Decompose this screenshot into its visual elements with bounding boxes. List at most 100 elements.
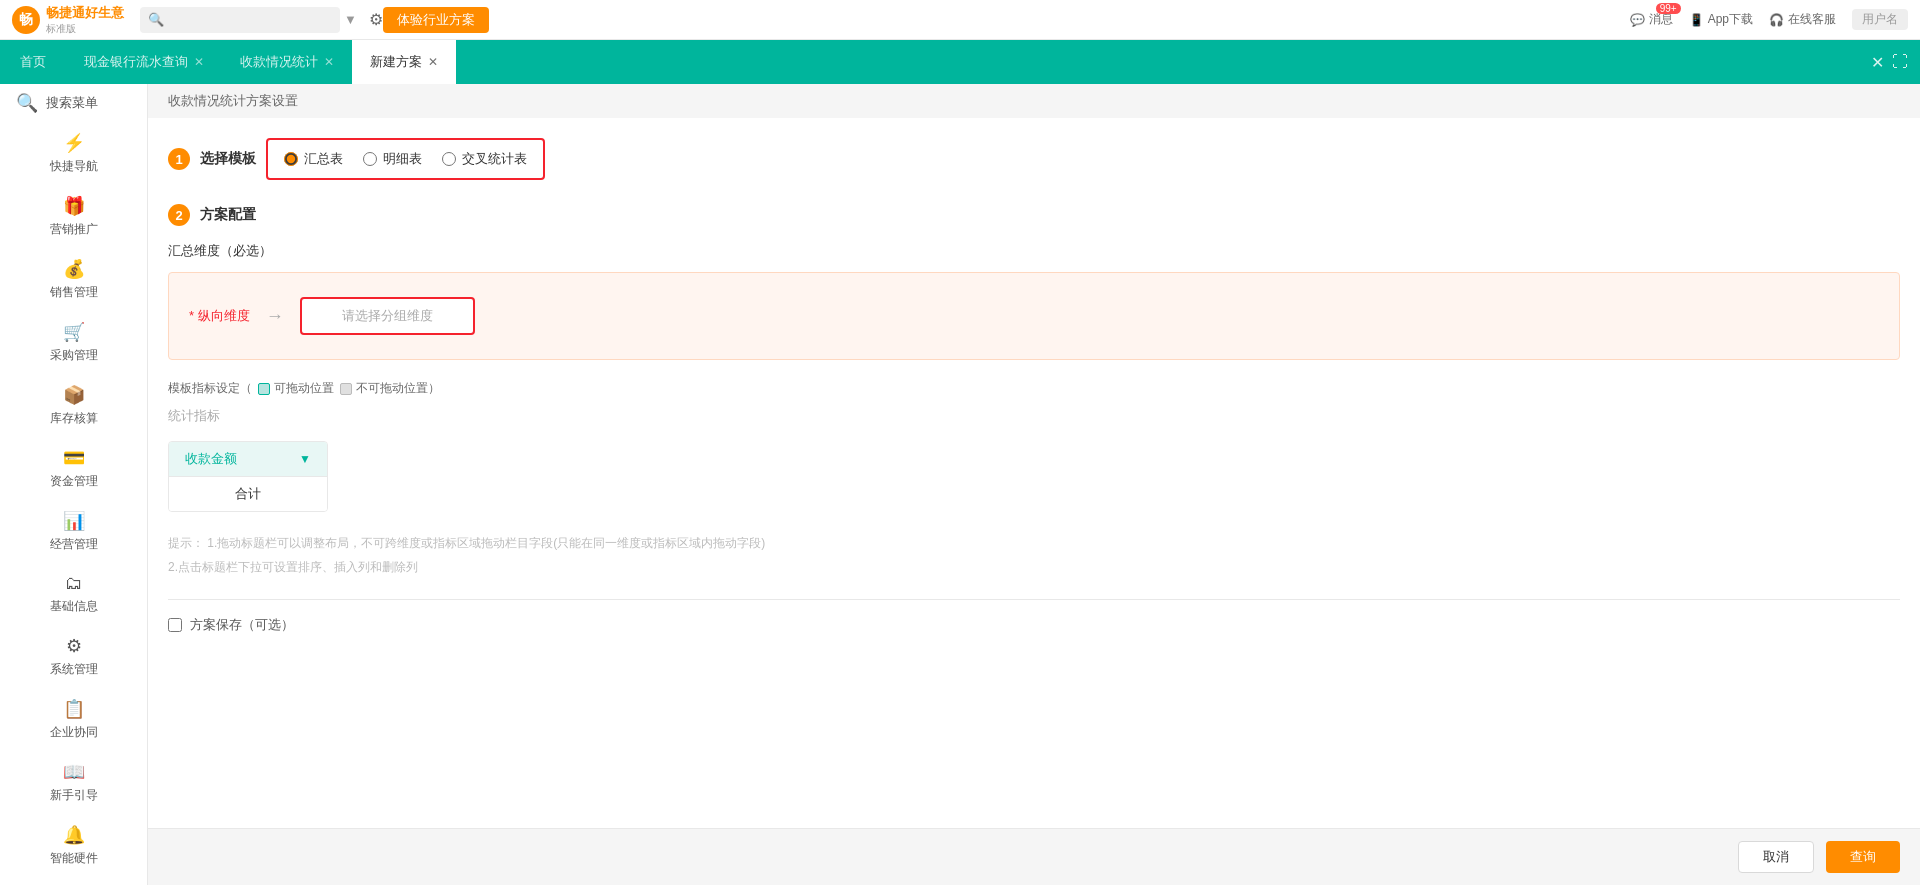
service-btn[interactable]: 🎧 在线客服 <box>1769 11 1836 28</box>
save-option[interactable]: 方案保存（可选） <box>168 616 1900 634</box>
draggable-legend-label: 可拖动位置 <box>274 380 334 397</box>
sidebar: 🔍 搜索菜单 ⚡ 快捷导航 🎁 营销推广 💰 销售管理 🛒 采购管理 📦 <box>0 84 148 885</box>
tab-home[interactable]: 首页 <box>0 40 66 84</box>
download-btn[interactable]: 📱 App下载 <box>1689 11 1753 28</box>
tips-section: 提示： 1.拖动标题栏可以调整布局，不可跨维度或指标区域拖动栏目字段(只能在同一… <box>168 531 1900 579</box>
service-icon: 🎧 <box>1769 13 1784 27</box>
sidebar-smart-hardware-label: 智能硬件 <box>50 850 98 867</box>
metrics-label: 模板指标设定（ <box>168 380 252 397</box>
save-option-label: 方案保存（可选） <box>190 616 294 634</box>
stats-label: 统计指标 <box>168 408 220 423</box>
dimension-row: * 纵向维度 → 请选择分组维度 <box>189 297 1879 335</box>
sidebar-item-enterprise-wechat[interactable]: 💬 企业微信 <box>0 877 147 885</box>
tab-bank-flow-close[interactable]: ✕ <box>194 55 204 69</box>
download-icon: 📱 <box>1689 13 1704 27</box>
page-footer: 取消 查询 <box>148 828 1920 885</box>
radio-detail-input[interactable] <box>363 152 377 166</box>
sidebar-quick-nav-label: 快捷导航 <box>50 158 98 175</box>
system-icon: ⚙ <box>66 635 82 657</box>
cancel-button[interactable]: 取消 <box>1738 841 1814 873</box>
sidebar-system-label: 系统管理 <box>50 661 98 678</box>
finance-icon: 💳 <box>63 447 85 469</box>
draggable-legend: 可拖动位置 <box>258 380 334 397</box>
download-label: App下载 <box>1708 11 1753 28</box>
config-section: 2 方案配置 汇总维度（必选） * 纵向维度 → 请选择分组维度 <box>168 204 1900 579</box>
tab-collection-stats[interactable]: 收款情况统计 ✕ <box>222 40 352 84</box>
sidebar-item-search-menu[interactable]: 🔍 搜索菜单 <box>0 84 147 122</box>
tab-home-label: 首页 <box>20 53 46 71</box>
sidebar-item-operations[interactable]: 📊 经营管理 <box>0 500 147 563</box>
notification-btn[interactable]: 💬 消息 99+ <box>1630 11 1673 28</box>
logo-name: 畅捷通好生意 <box>46 4 124 22</box>
template-section: 1 选择模板 汇总表 明细表 <box>168 138 1900 180</box>
sidebar-marketing-label: 营销推广 <box>50 221 98 238</box>
industry-btn[interactable]: 体验行业方案 <box>383 7 489 33</box>
sidebar-item-base-info[interactable]: 🗂 基础信息 <box>0 563 147 625</box>
save-checkbox[interactable] <box>168 618 182 632</box>
sidebar-item-inventory[interactable]: 📦 库存核算 <box>0 374 147 437</box>
tab-new-plan-close[interactable]: ✕ <box>428 55 438 69</box>
sidebar-item-marketing[interactable]: 🎁 营销推广 <box>0 185 147 248</box>
dimension-select[interactable]: 请选择分组维度 <box>300 297 475 335</box>
page-body: 1 选择模板 汇总表 明细表 <box>148 118 1920 828</box>
radio-summary-label: 汇总表 <box>304 150 343 168</box>
step2-badge: 2 <box>168 204 190 226</box>
tabs-bar: 首页 现金银行流水查询 ✕ 收款情况统计 ✕ 新建方案 ✕ ✕ ⛶ <box>0 40 1920 84</box>
tab-new-plan-label: 新建方案 <box>370 53 422 71</box>
draggable-legend-dot <box>258 383 270 395</box>
service-label: 在线客服 <box>1788 11 1836 28</box>
dropdown-icon[interactable]: ▼ <box>344 12 357 27</box>
sidebar-item-beginner-guide[interactable]: 📖 新手引导 <box>0 751 147 814</box>
sidebar-item-smart-hardware[interactable]: 🔔 智能硬件 <box>0 814 147 877</box>
sidebar-item-enterprise-collab[interactable]: 📋 企业协同 <box>0 688 147 751</box>
sidebar-item-sales[interactable]: 💰 销售管理 <box>0 248 147 311</box>
message-icon: 💬 <box>1630 13 1645 27</box>
radio-cross[interactable]: 交叉统计表 <box>442 150 527 168</box>
notification-badge: 99+ <box>1656 3 1681 14</box>
dimension-area: * 纵向维度 → 请选择分组维度 <box>168 272 1900 360</box>
enterprise-collab-icon: 📋 <box>63 698 85 720</box>
tip-1-text: 提示： 1.拖动标题栏可以调整布局，不可跨维度或指标区域拖动栏目字段(只能在同一… <box>168 531 765 555</box>
query-button[interactable]: 查询 <box>1826 841 1900 873</box>
not-draggable-legend: 不可拖动位置） <box>340 380 440 397</box>
maximize-icon[interactable]: ⛶ <box>1892 53 1908 71</box>
tip-2: 2.点击标题栏下拉可设置排序、插入列和删除列 <box>168 555 1900 579</box>
sidebar-item-finance[interactable]: 💳 资金管理 <box>0 437 147 500</box>
sidebar-item-system[interactable]: ⚙ 系统管理 <box>0 625 147 688</box>
tab-collection-stats-close[interactable]: ✕ <box>324 55 334 69</box>
metrics-col-chevron-icon: ▼ <box>299 452 311 466</box>
not-draggable-legend-dot <box>340 383 352 395</box>
gear-icon[interactable]: ⚙ <box>369 10 383 29</box>
metrics-header-row: 模板指标设定（ 可拖动位置 不可拖动位置） <box>168 380 1900 397</box>
radio-detail-label: 明细表 <box>383 150 422 168</box>
sidebar-inventory-label: 库存核算 <box>50 410 98 427</box>
tab-bank-flow[interactable]: 现金银行流水查询 ✕ <box>66 40 222 84</box>
sidebar-purchase-label: 采购管理 <box>50 347 98 364</box>
sidebar-search-label: 搜索菜单 <box>46 94 98 112</box>
close-window-icon[interactable]: ✕ <box>1871 53 1884 72</box>
metrics-cell-total: 合计 <box>169 476 327 511</box>
step2-header: 2 方案配置 <box>168 204 1900 226</box>
radio-detail[interactable]: 明细表 <box>363 150 422 168</box>
sidebar-item-quick-nav[interactable]: ⚡ 快捷导航 <box>0 122 147 185</box>
step2-title: 方案配置 <box>200 206 256 224</box>
radio-cross-input[interactable] <box>442 152 456 166</box>
metrics-col-header-label: 收款金额 <box>185 450 237 468</box>
sidebar-finance-label: 资金管理 <box>50 473 98 490</box>
tabs-right-actions: ✕ ⛶ <box>1871 53 1920 72</box>
sidebar-item-purchase[interactable]: 🛒 采购管理 <box>0 311 147 374</box>
search-bar[interactable]: 🔍 <box>140 7 340 33</box>
metrics-col-header[interactable]: 收款金额 ▼ <box>169 442 327 476</box>
user-info[interactable]: 用户名 <box>1852 9 1908 30</box>
not-draggable-legend-label: 不可拖动位置） <box>356 380 440 397</box>
main-area: 🔍 搜索菜单 ⚡ 快捷导航 🎁 营销推广 💰 销售管理 🛒 采购管理 📦 <box>0 84 1920 885</box>
sidebar-sales-label: 销售管理 <box>50 284 98 301</box>
radio-summary[interactable]: 汇总表 <box>284 150 343 168</box>
tab-new-plan[interactable]: 新建方案 ✕ <box>352 40 456 84</box>
operations-icon: 📊 <box>63 510 85 532</box>
radio-cross-label: 交叉统计表 <box>462 150 527 168</box>
metrics-col-label: 统计指标 <box>168 407 1900 425</box>
search-input[interactable] <box>164 13 324 27</box>
radio-summary-input[interactable] <box>284 152 298 166</box>
beginner-guide-icon: 📖 <box>63 761 85 783</box>
